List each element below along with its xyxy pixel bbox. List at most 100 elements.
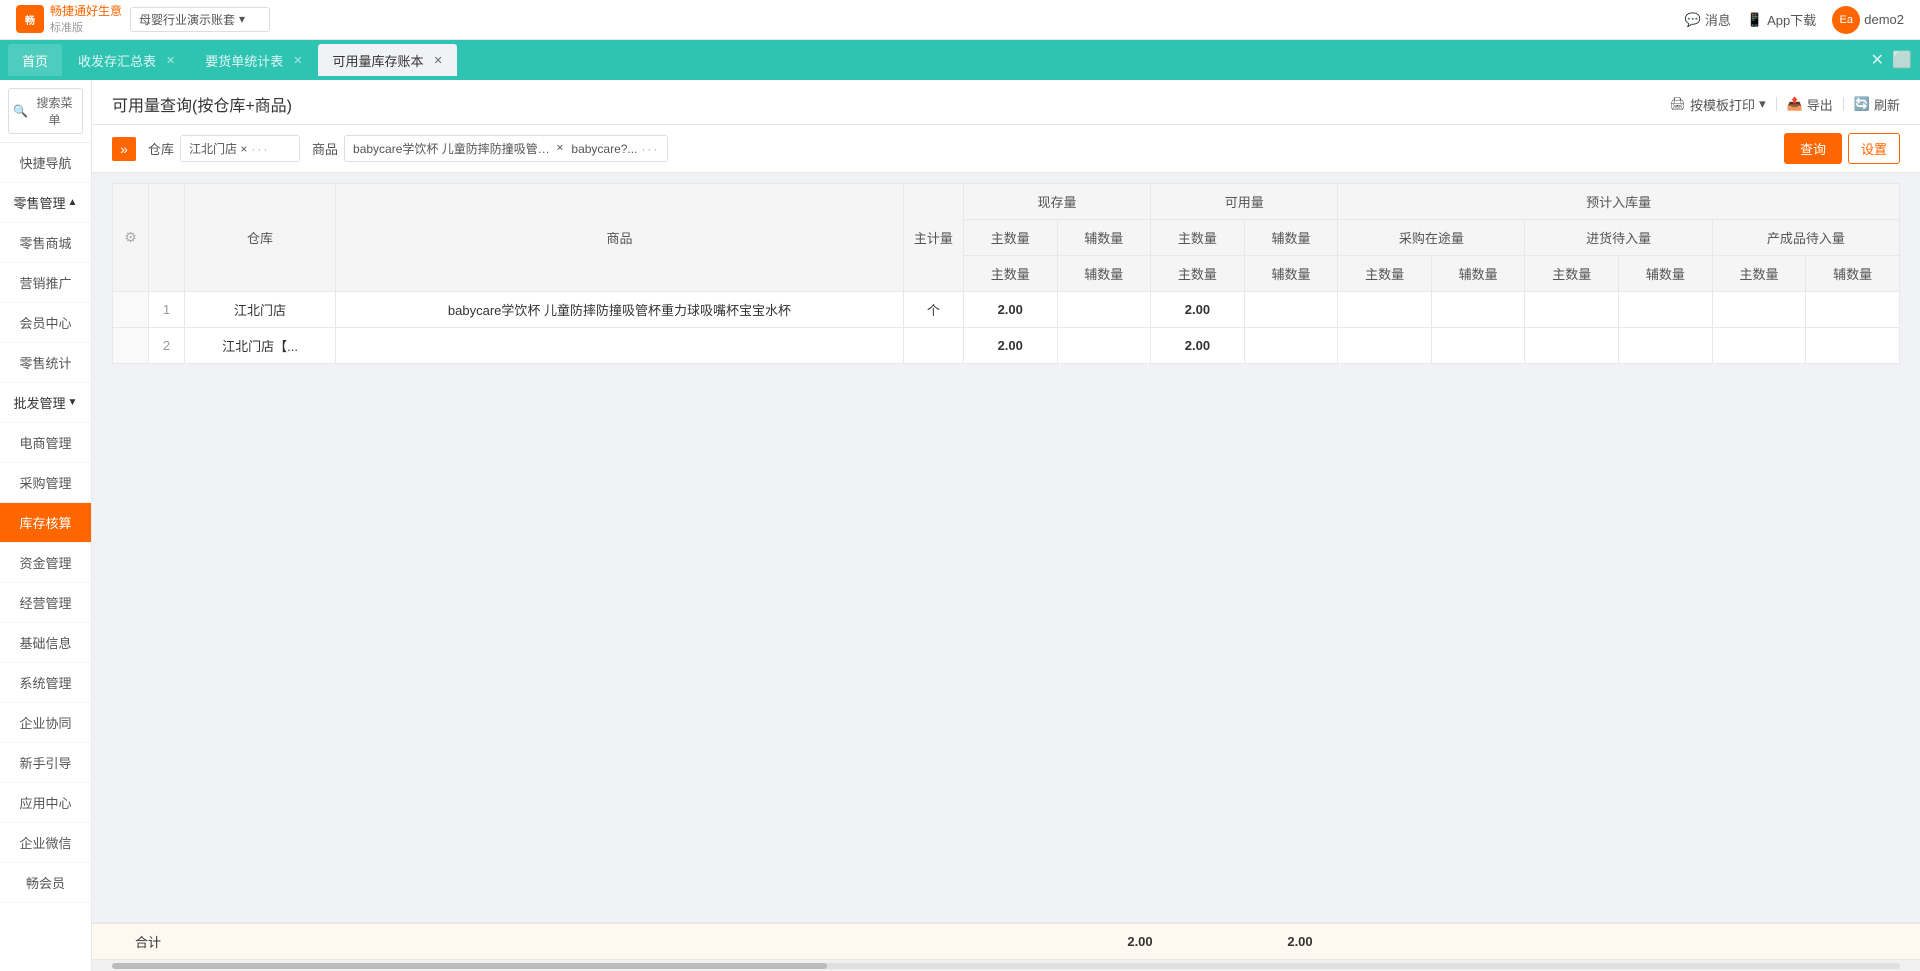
message-btn[interactable]: 💬 消息 — [1685, 10, 1731, 29]
sidebar-item-wholesale-mgmt-arrow: ▼ — [68, 397, 78, 408]
table-footer: 合计 2.00 2.00 — [92, 922, 1920, 959]
sidebar-item-inventory-check[interactable]: 库存核算 — [0, 503, 91, 543]
sidebar-item-ecommerce[interactable]: 电商管理 — [0, 423, 91, 463]
top-bar: 畅 畅捷通好生意 标准版 母婴行业演示账套 ▾ 💬 消息 📱 App下载 Ea … — [0, 0, 1920, 40]
th-stock-main-2: 主数量 — [963, 256, 1057, 292]
row-stock-sub — [1057, 328, 1151, 364]
table-area: ⚙ 仓库 商品 主计量 现存量 可用量 预计入库量 主数量 辅数量 主数量 — [92, 173, 1920, 922]
sidebar-item-operations[interactable]: 经营管理 — [0, 583, 91, 623]
row-incoming-sub — [1619, 292, 1713, 328]
row-incoming-main — [1525, 292, 1619, 328]
sidebar-item-system[interactable]: 系统管理 — [0, 663, 91, 703]
print-btn[interactable]: 🖨 按模板打印 ▾ — [1670, 95, 1766, 114]
page-header: 可用量查询(按仓库+商品) 🖨 按模板打印 ▾ 📤 导出 🔄 刷新 — [92, 80, 1920, 125]
row-purchase-sub — [1431, 328, 1525, 364]
message-label: 消息 — [1705, 10, 1731, 29]
nav-tabs-right: ✕ ⬜ — [1871, 50, 1912, 70]
tab-purchaselist[interactable]: 要货单统计表 ✕ — [191, 44, 316, 76]
tab-purchaselist-label: 要货单统计表 — [205, 51, 283, 70]
tab-receivepay[interactable]: 收发存汇总表 ✕ — [64, 44, 189, 76]
expand-icon: » — [120, 141, 128, 157]
th-rownum — [149, 184, 185, 292]
sidebar-item-finance-label: 资金管理 — [19, 553, 71, 572]
horizontal-scrollbar[interactable] — [92, 959, 1920, 971]
sidebar-item-newbie[interactable]: 新手引导 — [0, 743, 91, 783]
scrollbar-thumb[interactable] — [112, 963, 827, 969]
product-more[interactable]: ··· — [641, 142, 659, 156]
tab-close-all-btn[interactable]: ✕ — [1871, 50, 1884, 70]
th-gear[interactable]: ⚙ — [113, 184, 149, 292]
scrollbar-track — [112, 963, 1900, 969]
tab-restore-btn[interactable]: ⬜ — [1892, 50, 1912, 70]
warehouse-filter: 仓库 江北门店 × ··· — [148, 135, 300, 162]
nav-tabs: 首页 收发存汇总表 ✕ 要货单统计表 ✕ 可用量库存账本 ✕ ✕ ⬜ — [0, 40, 1920, 80]
th-available-main-2: 主数量 — [1151, 256, 1245, 292]
top-bar-right: 💬 消息 📱 App下载 Ea demo2 — [1685, 6, 1904, 34]
refresh-btn[interactable]: 🔄 刷新 — [1854, 95, 1900, 114]
th-incoming-main: 主数量 — [1525, 256, 1619, 292]
row-purchase-main — [1338, 328, 1432, 364]
th-produced-sub: 辅数量 — [1806, 256, 1900, 292]
industry-chevron: ▾ — [239, 12, 245, 26]
product-tag-1-close[interactable]: × — [556, 141, 563, 155]
user-profile[interactable]: Ea demo2 — [1832, 6, 1904, 34]
sidebar-item-enterprise-wx[interactable]: 企业微信 — [0, 823, 91, 863]
sidebar-item-marketing[interactable]: 营销推广 — [0, 263, 91, 303]
app-download-btn[interactable]: 📱 App下载 — [1747, 10, 1816, 29]
tab-inventory[interactable]: 可用量库存账本 ✕ — [318, 44, 456, 76]
sidebar-item-member-center[interactable]: 会员中心 — [0, 303, 91, 343]
sidebar-item-app-center[interactable]: 应用中心 — [0, 783, 91, 823]
refresh-label: 刷新 — [1874, 95, 1900, 114]
row-stock-main: 2.00 — [963, 328, 1057, 364]
search-menu-btn[interactable]: 🔍 搜索菜单 — [8, 88, 83, 134]
sidebar-item-vip-label: 畅会员 — [26, 873, 65, 892]
sidebar-item-retail-stats[interactable]: 零售统计 — [0, 343, 91, 383]
sidebar-item-newbie-label: 新手引导 — [19, 753, 71, 772]
sidebar-item-quick-nav[interactable]: 快捷导航 — [0, 143, 91, 183]
sidebar-item-retail-mall[interactable]: 零售商城 — [0, 223, 91, 263]
page-title: 可用量查询(按仓库+商品) — [112, 92, 292, 116]
export-btn[interactable]: 📤 导出 — [1787, 95, 1833, 114]
sidebar-item-retail-mgmt-arrow: ▲ — [68, 197, 78, 208]
sidebar-item-member-center-label: 会员中心 — [19, 313, 71, 332]
sidebar-item-basics[interactable]: 基础信息 — [0, 623, 91, 663]
row-purchase-sub — [1431, 292, 1525, 328]
th-stock-group: 现存量 — [963, 184, 1150, 220]
industry-label: 母婴行业演示账套 — [139, 11, 235, 28]
warehouse-more[interactable]: ··· — [251, 142, 269, 156]
tab-receivepay-close[interactable]: ✕ — [166, 54, 175, 67]
sidebar-item-vip[interactable]: 畅会员 — [0, 863, 91, 903]
sidebar-item-purchase-label: 采购管理 — [19, 473, 71, 492]
tab-purchaselist-close[interactable]: ✕ — [293, 54, 302, 67]
tab-inventory-close[interactable]: ✕ — [434, 54, 443, 67]
warehouse-tag-close[interactable]: × — [240, 142, 247, 156]
industry-selector[interactable]: 母婴行业演示账套 ▾ — [130, 7, 270, 32]
sidebar-item-finance[interactable]: 资金管理 — [0, 543, 91, 583]
warehouse-input[interactable]: 江北门店 × ··· — [180, 135, 300, 162]
sidebar-item-retail-mgmt[interactable]: 零售管理 ▲ — [0, 183, 91, 223]
th-purchase-main: 主数量 — [1338, 256, 1432, 292]
app-download-icon: 📱 — [1747, 12, 1763, 28]
row-num: 2 — [149, 328, 185, 364]
filter-expand-btn[interactable]: » — [112, 137, 136, 161]
sidebar-item-app-center-label: 应用中心 — [19, 793, 71, 812]
top-bar-left: 畅 畅捷通好生意 标准版 母婴行业演示账套 ▾ — [16, 4, 270, 34]
divider-2 — [1843, 97, 1844, 111]
row-product — [336, 328, 904, 364]
tab-home-label: 首页 — [22, 51, 48, 70]
table-row: 1 江北门店 babycare学饮杯 儿童防摔防撞吸管杯重力球吸嘴杯宝宝水杯 个… — [113, 292, 1900, 328]
row-available-main: 2.00 — [1151, 328, 1245, 364]
product-label: 商品 — [312, 139, 338, 158]
row-produced-main — [1712, 328, 1806, 364]
sidebar-item-wholesale-mgmt[interactable]: 批发管理 ▼ — [0, 383, 91, 423]
th-available-sub-2: 辅数量 — [1244, 256, 1338, 292]
query-btn[interactable]: 查询 — [1784, 133, 1842, 164]
product-input[interactable]: babycare学饮杯 儿童防摔防撞吸管杯重力球吸嘴杯宝宝水杯 × babyca… — [344, 135, 668, 162]
row-incoming-main — [1525, 328, 1619, 364]
sidebar-item-purchase[interactable]: 采购管理 — [0, 463, 91, 503]
th-purchase-sub: 辅数量 — [1431, 256, 1525, 292]
sidebar-item-enterprise[interactable]: 企业协同 — [0, 703, 91, 743]
tab-home[interactable]: 首页 — [8, 44, 62, 76]
th-available-sub: 辅数量 — [1244, 220, 1338, 256]
setting-btn[interactable]: 设置 — [1848, 133, 1900, 164]
